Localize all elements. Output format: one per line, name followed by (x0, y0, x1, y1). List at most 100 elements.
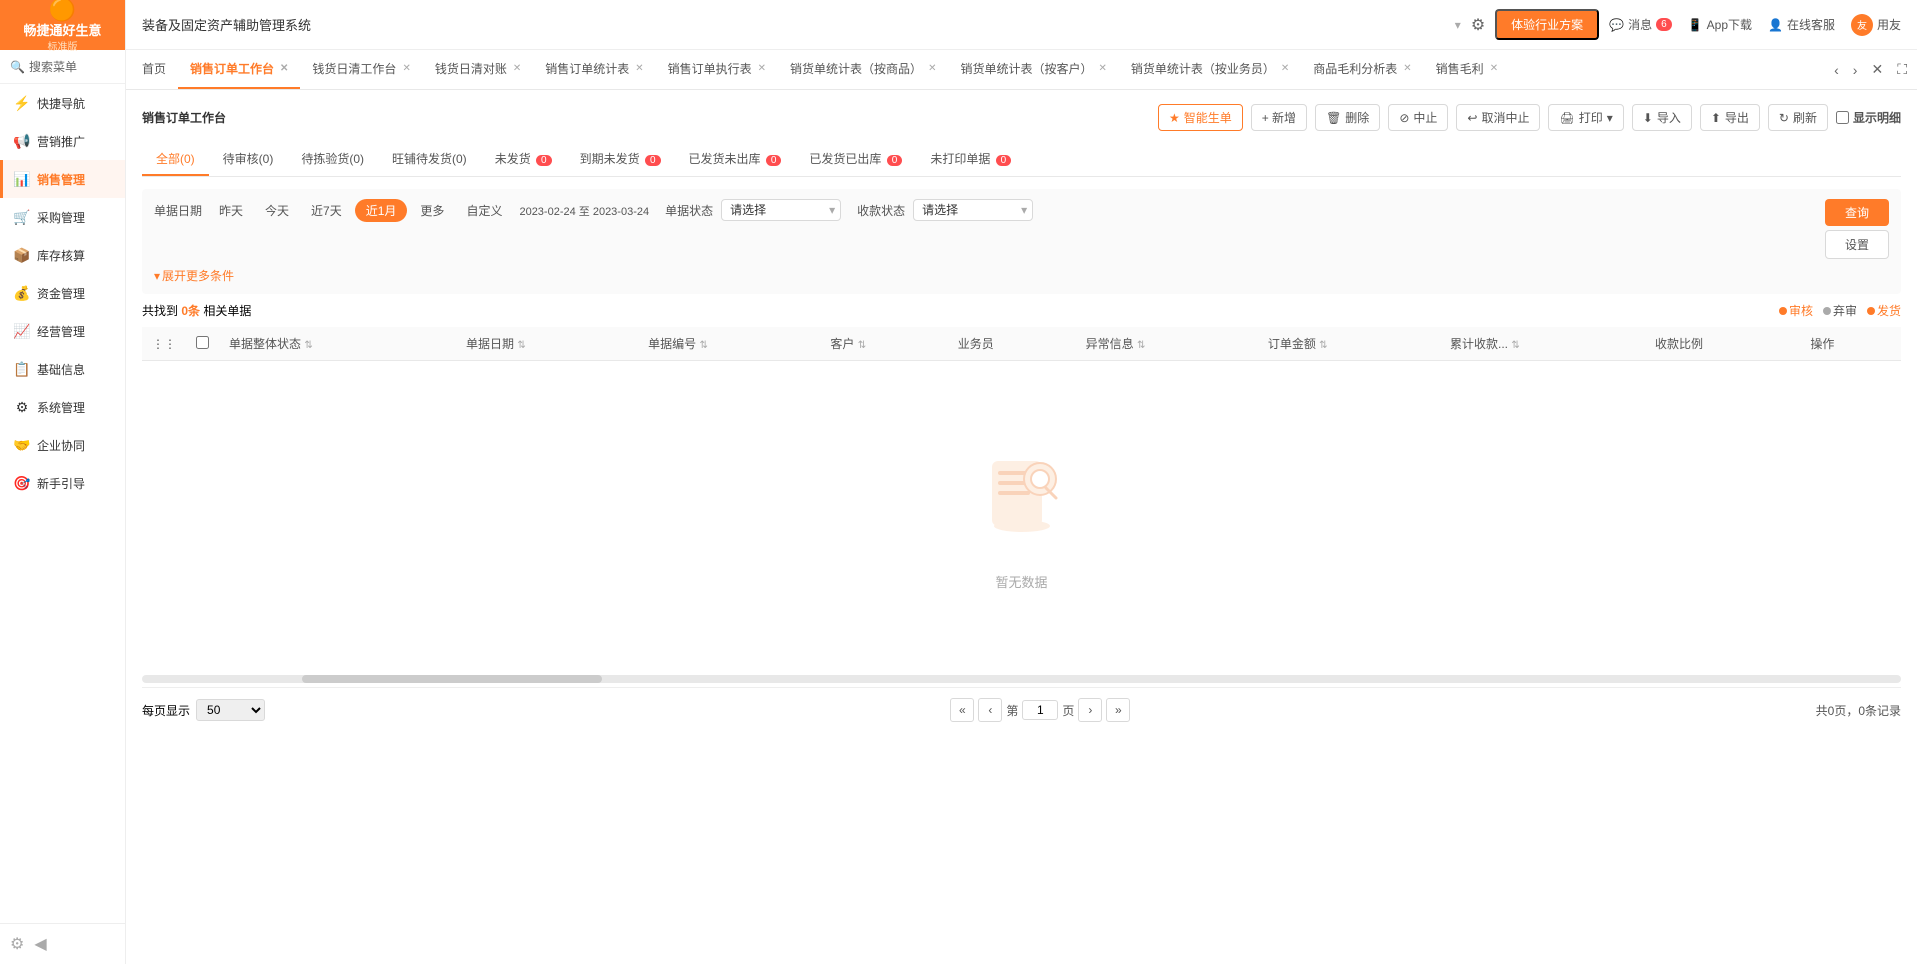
ship-action-btn[interactable]: 发货 (1867, 302, 1901, 319)
date-btn-custom[interactable]: 自定义 (457, 199, 511, 222)
sub-tab-unshipped[interactable]: 未发货 0 (481, 143, 566, 176)
query-btn[interactable]: 查询 (1825, 199, 1889, 226)
sidebar-item-search[interactable]: 🔍 搜索菜单 (0, 50, 125, 84)
tab-close-icon[interactable]: ✕ (635, 63, 643, 74)
sort-icon[interactable]: ⇅ (1319, 340, 1327, 351)
date-btn-more[interactable]: 更多 (411, 199, 453, 222)
refresh-btn[interactable]: ↻ 刷新 (1768, 104, 1828, 131)
sort-icon[interactable]: ⇅ (858, 340, 866, 351)
tab-gross-profit[interactable]: 商品毛利分析表 ✕ (1301, 50, 1423, 89)
tab-close-icon[interactable]: ✕ (513, 63, 521, 74)
sort-icon[interactable]: ⇅ (1511, 340, 1519, 351)
tab-close-icon[interactable]: ✕ (1098, 63, 1106, 74)
sidebar-item-finance[interactable]: 💰 资金管理 (0, 274, 125, 312)
sub-tab-pending-audit[interactable]: 待审核(0) (209, 143, 288, 176)
sub-tab-shipped-out[interactable]: 已发货已出库 0 (795, 143, 916, 176)
display-detail-input[interactable] (1836, 111, 1849, 124)
tab-money-daily[interactable]: 钱货日清工作台 ✕ (300, 50, 422, 89)
prev-page-btn[interactable]: ‹ (978, 698, 1002, 722)
sidebar-sales-label: 销售管理 (37, 171, 85, 188)
display-detail-checkbox[interactable]: 显示明细 (1836, 109, 1901, 126)
sidebar-item-purchase[interactable]: 🛒 采购管理 (0, 198, 125, 236)
sub-tab-unprinted[interactable]: 未打印单据 0 (916, 143, 1025, 176)
sidebar-item-marketing[interactable]: 📢 营销推广 (0, 122, 125, 160)
date-btn-yesterday[interactable]: 昨天 (210, 199, 252, 222)
date-btn-today[interactable]: 今天 (256, 199, 298, 222)
next-page-btn[interactable]: › (1078, 698, 1102, 722)
tab-sales-stats[interactable]: 销售订单统计表 ✕ (533, 50, 655, 89)
sub-tab-pending-check[interactable]: 待拣验货(0) (287, 143, 378, 176)
tab-prev-btn[interactable]: ‹ (1828, 58, 1845, 82)
sort-icon[interactable]: ⇅ (304, 340, 312, 351)
import-btn[interactable]: ⬇ 导入 (1632, 104, 1692, 131)
app-download-btn[interactable]: 📱 App下载 (1688, 16, 1752, 33)
sidebar-settings-icon[interactable]: ⚙ (10, 934, 24, 954)
sidebar-item-sales[interactable]: 📊 销售管理 (0, 160, 125, 198)
sidebar-item-collab[interactable]: 🤝 企业协同 (0, 426, 125, 464)
tab-close-icon[interactable]: ✕ (1281, 63, 1289, 74)
sidebar-item-inventory[interactable]: 📦 库存核算 (0, 236, 125, 274)
last-page-btn[interactable]: » (1106, 698, 1130, 722)
tab-customer-stats[interactable]: 销货单统计表（按客户） ✕ (948, 50, 1118, 89)
delete-btn[interactable]: 🗑 删除 (1315, 104, 1380, 131)
online-service-btn[interactable]: 👤 在线客服 (1768, 16, 1835, 33)
tab-close-icon[interactable]: ✕ (758, 63, 766, 74)
tab-sales-person-stats[interactable]: 销货单统计表（按业务员） ✕ (1119, 50, 1301, 89)
tab-sales-exec[interactable]: 销售订单执行表 ✕ (656, 50, 778, 89)
smart-create-btn[interactable]: ★ 智能生单 (1158, 104, 1243, 131)
stop-btn[interactable]: ⊘ 中止 (1388, 104, 1448, 131)
new-btn[interactable]: + 新增 (1251, 104, 1307, 131)
inventory-icon: 📦 (13, 246, 31, 264)
horizontal-scrollbar[interactable] (142, 675, 1901, 683)
user-btn[interactable]: 友 用友 (1851, 14, 1901, 36)
tab-close-icon[interactable]: ✕ (1403, 63, 1411, 74)
tab-goods-stats[interactable]: 销货单统计表（按商品） ✕ (778, 50, 948, 89)
tab-maximize-btn[interactable]: ⛶ (1891, 57, 1913, 82)
tab-next-btn[interactable]: › (1847, 58, 1864, 82)
settings-icon[interactable]: ⚙ (1471, 15, 1485, 35)
sub-tab-overdue[interactable]: 到期未发货 0 (566, 143, 675, 176)
cancel-stop-btn[interactable]: ↩ 取消中止 (1456, 104, 1540, 131)
sort-icon[interactable]: ⇅ (700, 340, 708, 351)
tab-close-icon[interactable]: ✕ (1490, 63, 1498, 74)
sub-tab-all[interactable]: 全部(0) (142, 143, 209, 176)
first-page-btn[interactable]: « (950, 698, 974, 722)
export-btn[interactable]: ⬆ 导出 (1700, 104, 1760, 131)
status-select[interactable]: 请选择 (721, 199, 841, 221)
tab-sales-gross[interactable]: 销售毛利 ✕ (1424, 50, 1510, 89)
industry-btn[interactable]: 体验行业方案 (1495, 9, 1599, 40)
tab-close-all-btn[interactable]: ✕ (1865, 57, 1889, 82)
tab-close-icon[interactable]: ✕ (280, 63, 288, 74)
select-all-checkbox[interactable] (196, 336, 209, 349)
sidebar-item-operation[interactable]: 📈 经营管理 (0, 312, 125, 350)
sub-tab-wangpu-ship[interactable]: 旺铺待发货(0) (378, 143, 481, 176)
payment-select[interactable]: 请选择 (913, 199, 1033, 221)
sidebar-item-system[interactable]: ⚙ 系统管理 (0, 388, 125, 426)
sidebar-item-quicknav[interactable]: ⚡ 快捷导航 (0, 84, 125, 122)
tab-home[interactable]: 首页 (130, 50, 178, 89)
page-number-input[interactable] (1022, 700, 1058, 720)
audit-btn[interactable]: 审核 (1779, 302, 1813, 319)
checkbox-col-header[interactable] (186, 327, 219, 361)
tab-close-icon[interactable]: ✕ (402, 63, 410, 74)
star-icon: ★ (1169, 111, 1180, 125)
sidebar-item-guide[interactable]: 🎯 新手引导 (0, 464, 125, 502)
sort-icon[interactable]: ⇅ (517, 340, 525, 351)
cancel-audit-btn[interactable]: 弃审 (1823, 302, 1857, 319)
tab-money-reconcile[interactable]: 钱货日清对账 ✕ (423, 50, 533, 89)
sub-tab-shipped-not-out[interactable]: 已发货未出库 0 (675, 143, 796, 176)
tab-close-icon[interactable]: ✕ (928, 63, 936, 74)
sort-icon[interactable]: ⇅ (1137, 340, 1145, 351)
print-btn[interactable]: 🖨 打印 ▾ (1548, 104, 1623, 131)
date-btn-1month[interactable]: 近1月 (355, 199, 408, 222)
set-btn[interactable]: 设置 (1825, 230, 1889, 259)
expand-filter-btn[interactable]: ▾ 展开更多条件 (154, 267, 234, 284)
sub-tabs: 全部(0) 待审核(0) 待拣验货(0) 旺铺待发货(0) 未发货 0 到期未发… (142, 143, 1901, 177)
sidebar-collapse-icon[interactable]: ◀ (34, 934, 46, 954)
scrollbar-thumb[interactable] (302, 675, 602, 683)
message-btn[interactable]: 💬 消息 6 (1609, 16, 1672, 33)
date-btn-7days[interactable]: 近7天 (302, 199, 351, 222)
tab-sales-order-workbench[interactable]: 销售订单工作台 ✕ (178, 50, 300, 89)
sidebar-item-basicinfo[interactable]: 📋 基础信息 (0, 350, 125, 388)
per-page-select[interactable]: 50 100 200 (196, 699, 265, 721)
